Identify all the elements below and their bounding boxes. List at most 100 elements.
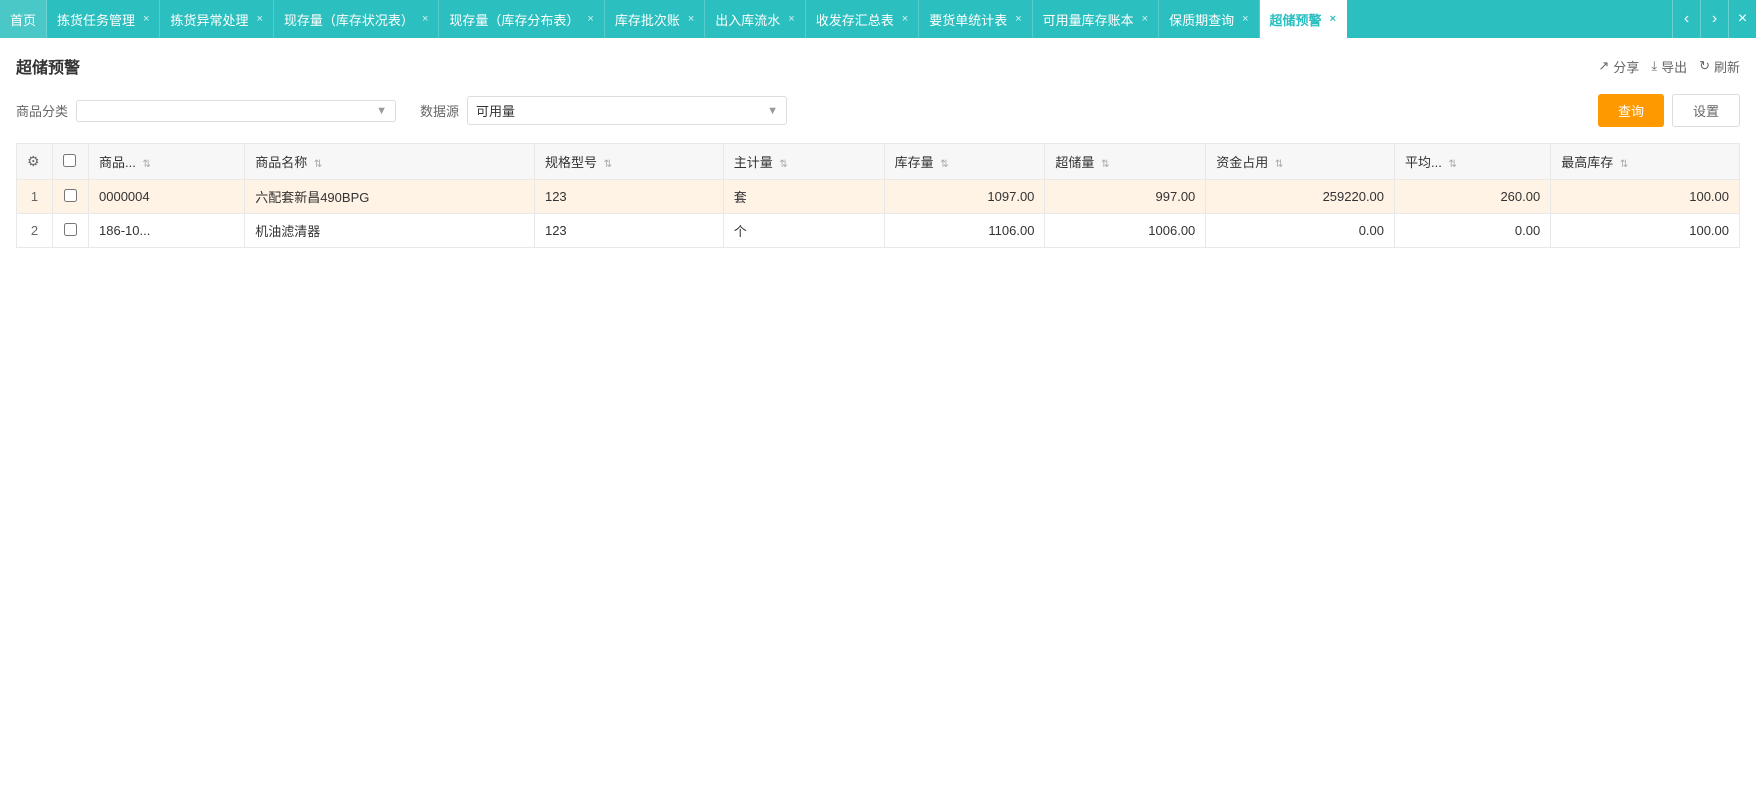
table-header-row: ⚙ 商品... ⇅ 商品名称 ⇅ 规格型号 ⇅ 主计量 bbox=[17, 144, 1740, 180]
sort-icon-capital: ⇅ bbox=[1275, 159, 1283, 170]
row-checkbox bbox=[53, 214, 89, 248]
th-product-code[interactable]: 商品... ⇅ bbox=[89, 144, 245, 180]
nav-arrow-close[interactable]: × bbox=[1728, 0, 1756, 38]
row-product-name: 机油滤清器 bbox=[245, 214, 535, 248]
export-icon: ⤓ bbox=[1651, 58, 1657, 74]
share-icon: ↗ bbox=[1598, 58, 1609, 74]
th-spec[interactable]: 规格型号 ⇅ bbox=[534, 144, 723, 180]
sort-icon-product-name: ⇅ bbox=[314, 159, 322, 170]
row-overstock: 1006.00 bbox=[1045, 214, 1206, 248]
nav-close-flow[interactable]: × bbox=[788, 13, 794, 25]
row-checkbox bbox=[53, 180, 89, 214]
row-capital: 0.00 bbox=[1206, 214, 1395, 248]
row-max-stock: 100.00 bbox=[1551, 180, 1740, 214]
row-spec: 123 bbox=[534, 180, 723, 214]
refresh-icon: ↻ bbox=[1699, 58, 1710, 74]
data-source-select[interactable]: 可用量 ▼ bbox=[467, 96, 787, 125]
row-avg: 260.00 bbox=[1395, 180, 1551, 214]
row-capital: 259220.00 bbox=[1206, 180, 1395, 214]
sort-icon-avg: ⇅ bbox=[1448, 159, 1456, 170]
th-settings: ⚙ bbox=[17, 144, 53, 180]
nav-close-overstock[interactable]: × bbox=[1330, 13, 1336, 25]
nav-close-stock-status[interactable]: × bbox=[422, 13, 428, 25]
data-source-group: 数据源 可用量 ▼ bbox=[420, 96, 787, 125]
share-button[interactable]: ↗ 分享 bbox=[1598, 57, 1639, 76]
product-category-arrow: ▼ bbox=[376, 105, 387, 117]
nav-overstock[interactable]: 超储预警 × bbox=[1260, 0, 1347, 38]
nav-close-summary[interactable]: × bbox=[902, 13, 908, 25]
nav-close-stock-dist[interactable]: × bbox=[587, 13, 593, 25]
product-category-group: 商品分类 ▼ bbox=[16, 100, 396, 122]
row-num: 1 bbox=[17, 180, 53, 214]
select-all-checkbox[interactable] bbox=[63, 154, 76, 167]
nav-order-stats[interactable]: 要货单统计表 × bbox=[919, 0, 1032, 38]
nav-close-pick-exception[interactable]: × bbox=[256, 13, 262, 25]
nav-close-order-stats[interactable]: × bbox=[1015, 13, 1021, 25]
table-row: 1 0000004 六配套新昌490BPG 123 套 1097.00 997.… bbox=[17, 180, 1740, 214]
page-title: 超储预警 bbox=[16, 54, 80, 78]
data-source-arrow: ▼ bbox=[767, 105, 778, 117]
row-num: 2 bbox=[17, 214, 53, 248]
sort-icon-stock: ⇅ bbox=[940, 159, 948, 170]
nav-close-expiry[interactable]: × bbox=[1242, 13, 1248, 25]
sort-icon-unit: ⇅ bbox=[779, 159, 787, 170]
th-product-name[interactable]: 商品名称 ⇅ bbox=[245, 144, 535, 180]
sort-icon-product-code: ⇅ bbox=[142, 159, 150, 170]
nav-pick-task[interactable]: 拣货任务管理 × bbox=[47, 0, 160, 38]
data-table: ⚙ 商品... ⇅ 商品名称 ⇅ 规格型号 ⇅ 主计量 bbox=[16, 143, 1740, 248]
row-avg: 0.00 bbox=[1395, 214, 1551, 248]
nav-available-stock[interactable]: 可用量库存账本 × bbox=[1033, 0, 1159, 38]
table-row: 2 186-10... 机油滤清器 123 个 1106.00 1006.00 … bbox=[17, 214, 1740, 248]
nav-arrows: ‹ › × bbox=[1672, 0, 1756, 38]
refresh-button[interactable]: ↻ 刷新 bbox=[1699, 57, 1740, 76]
th-overstock[interactable]: 超储量 ⇅ bbox=[1045, 144, 1206, 180]
nav-summary[interactable]: 收发存汇总表 × bbox=[806, 0, 919, 38]
row-product-name: 六配套新昌490BPG bbox=[245, 180, 535, 214]
page-header: 超储预警 ↗ 分享 ⤓ 导出 ↻ 刷新 bbox=[16, 54, 1740, 78]
product-category-select[interactable]: ▼ bbox=[76, 100, 396, 122]
nav-close-pick-task[interactable]: × bbox=[143, 13, 149, 25]
filter-row: 商品分类 ▼ 数据源 可用量 ▼ 查询 设置 bbox=[16, 94, 1740, 127]
th-capital[interactable]: 资金占用 ⇅ bbox=[1206, 144, 1395, 180]
sort-icon-spec: ⇅ bbox=[604, 159, 612, 170]
row-select-checkbox[interactable] bbox=[64, 223, 77, 236]
nav-stock-dist[interactable]: 现存量（库存分布表） × bbox=[439, 0, 604, 38]
gear-icon[interactable]: ⚙ bbox=[27, 153, 40, 169]
header-actions: ↗ 分享 ⤓ 导出 ↻ 刷新 bbox=[1598, 57, 1740, 76]
th-avg[interactable]: 平均... ⇅ bbox=[1395, 144, 1551, 180]
data-source-label: 数据源 bbox=[420, 101, 459, 120]
th-checkbox bbox=[53, 144, 89, 180]
sort-icon-max-stock: ⇅ bbox=[1620, 159, 1628, 170]
row-product-code: 186-10... bbox=[89, 214, 245, 248]
top-nav: 首页 拣货任务管理 × 拣货异常处理 × 现存量（库存状况表） × 现存量（库存… bbox=[0, 0, 1756, 38]
th-unit[interactable]: 主计量 ⇅ bbox=[723, 144, 884, 180]
th-max-stock[interactable]: 最高库存 ⇅ bbox=[1551, 144, 1740, 180]
product-category-label: 商品分类 bbox=[16, 101, 68, 120]
row-max-stock: 100.00 bbox=[1551, 214, 1740, 248]
filter-buttons: 查询 设置 bbox=[1598, 94, 1740, 127]
th-stock[interactable]: 库存量 ⇅ bbox=[884, 144, 1045, 180]
nav-batch-account[interactable]: 库存批次账 × bbox=[605, 0, 705, 38]
page-content: 超储预警 ↗ 分享 ⤓ 导出 ↻ 刷新 商品分类 ▼ 数据源 bbox=[0, 38, 1756, 800]
nav-arrow-right[interactable]: › bbox=[1700, 0, 1728, 38]
row-unit: 套 bbox=[723, 180, 884, 214]
row-select-checkbox[interactable] bbox=[64, 189, 77, 202]
nav-expiry[interactable]: 保质期查询 × bbox=[1159, 0, 1259, 38]
row-overstock: 997.00 bbox=[1045, 180, 1206, 214]
nav-close-batch-account[interactable]: × bbox=[688, 13, 694, 25]
row-product-code: 0000004 bbox=[89, 180, 245, 214]
row-unit: 个 bbox=[723, 214, 884, 248]
row-spec: 123 bbox=[534, 214, 723, 248]
export-button[interactable]: ⤓ 导出 bbox=[1651, 57, 1687, 76]
settings-button[interactable]: 设置 bbox=[1672, 94, 1740, 127]
data-source-value: 可用量 bbox=[476, 101, 515, 120]
nav-pick-exception[interactable]: 拣货异常处理 × bbox=[160, 0, 273, 38]
nav-arrow-left[interactable]: ‹ bbox=[1672, 0, 1700, 38]
nav-stock-status[interactable]: 现存量（库存状况表） × bbox=[274, 0, 439, 38]
nav-close-available-stock[interactable]: × bbox=[1142, 13, 1148, 25]
nav-flow[interactable]: 出入库流水 × bbox=[705, 0, 805, 38]
row-stock: 1106.00 bbox=[884, 214, 1045, 248]
nav-home[interactable]: 首页 bbox=[0, 0, 47, 38]
sort-icon-overstock: ⇅ bbox=[1101, 159, 1109, 170]
query-button[interactable]: 查询 bbox=[1598, 94, 1664, 127]
